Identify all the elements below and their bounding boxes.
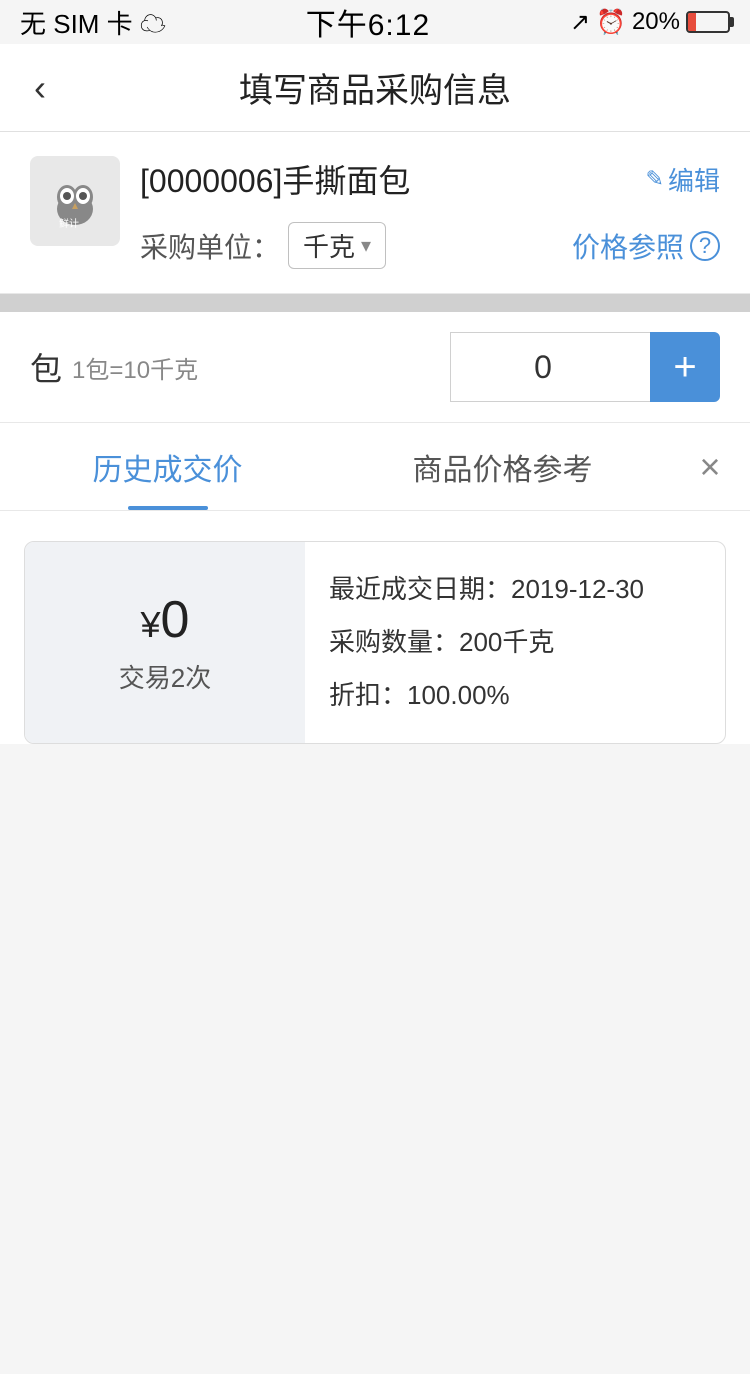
tab-history-price[interactable]: 历史成交价	[0, 423, 335, 510]
back-arrow-icon: ‹	[34, 67, 46, 109]
unit-row: 采购单位： 千克 ▾ 价格参照 ?	[140, 222, 720, 269]
purchase-qty-value: 200千克	[459, 627, 554, 657]
history-card-left: ¥0 交易2次	[25, 542, 305, 743]
history-discount: 折扣：100.00%	[329, 676, 701, 715]
quantity-unit-sub: 1包=10千克	[72, 350, 198, 385]
nav-bar: ‹ 填写商品采购信息	[0, 44, 750, 132]
history-price: ¥0	[141, 590, 190, 650]
purchase-qty-label: 采购数量：	[329, 627, 459, 657]
product-section: 鲜计 [0000006]手撕面包 ✎ 编辑 采购单位： 千克 ▾	[0, 132, 750, 294]
price-ref-info-icon: ?	[690, 231, 720, 261]
alarm-icon: ⏰	[596, 8, 626, 37]
back-button[interactable]: ‹	[0, 67, 80, 109]
quantity-plus-button[interactable]: +	[650, 332, 720, 402]
tabs-section: 历史成交价 商品价格参考 × ¥0 交易2次 最近成交日期：2019-12-30…	[0, 423, 750, 744]
main-content	[0, 774, 750, 1374]
tab-product-price-ref-label: 商品价格参考	[413, 445, 593, 489]
chevron-down-icon: ▾	[361, 233, 371, 258]
history-card: ¥0 交易2次 最近成交日期：2019-12-30 采购数量：200千克 折扣：…	[24, 541, 726, 744]
history-trade-count: 交易2次	[119, 658, 211, 695]
history-card-right: 最近成交日期：2019-12-30 采购数量：200千克 折扣：100.00%	[305, 542, 725, 743]
quantity-row: 包 1包=10千克 +	[0, 312, 750, 423]
price-ref-button[interactable]: 价格参照 ?	[572, 226, 720, 266]
unit-label: 采购单位：	[140, 226, 280, 266]
price-value: 0	[161, 591, 190, 649]
edit-label: 编辑	[668, 161, 720, 198]
quantity-input[interactable]	[450, 332, 650, 402]
close-button[interactable]: ×	[670, 423, 750, 510]
history-purchase-qty: 采购数量：200千克	[329, 623, 701, 662]
battery-icon	[686, 11, 730, 33]
status-time: 下午6:12	[306, 0, 430, 44]
quantity-input-wrap: +	[450, 332, 720, 402]
product-thumbnail: 鲜计	[30, 156, 120, 246]
tab-history-price-label: 历史成交价	[93, 445, 243, 489]
recent-date-value: 2019-12-30	[511, 574, 644, 604]
currency-symbol: ¥	[141, 604, 161, 645]
discount-value: 100.00%	[407, 680, 510, 710]
product-info: [0000006]手撕面包 ✎ 编辑 采购单位： 千克 ▾ 价格参照 ?	[140, 156, 720, 269]
unit-value: 千克	[303, 227, 355, 264]
status-bar: 无 SIM 卡 ☁ 下午6:12 ↗ ⏰ 20%	[0, 0, 750, 44]
navigation-icon: ↗	[570, 8, 590, 37]
status-right: ↗ ⏰ 20%	[570, 8, 730, 37]
sim-label: 无 SIM 卡 ☁	[20, 4, 166, 41]
history-recent-date: 最近成交日期：2019-12-30	[329, 570, 701, 609]
close-icon: ×	[699, 446, 720, 488]
tab-product-price-ref[interactable]: 商品价格参考	[335, 423, 670, 510]
product-name: [0000006]手撕面包	[140, 156, 410, 202]
battery-percent: 20%	[632, 8, 680, 36]
owl-logo-icon: 鲜计	[45, 171, 105, 231]
svg-text:鲜计: 鲜计	[59, 217, 79, 230]
separator	[0, 294, 750, 312]
product-row: 鲜计 [0000006]手撕面包 ✎ 编辑 采购单位： 千克 ▾	[30, 156, 720, 269]
recent-date-label: 最近成交日期：	[329, 574, 511, 604]
edit-icon: ✎	[646, 166, 664, 192]
product-header: [0000006]手撕面包 ✎ 编辑	[140, 156, 720, 202]
tabs-header: 历史成交价 商品价格参考 ×	[0, 423, 750, 511]
plus-icon: +	[673, 345, 696, 390]
unit-select[interactable]: 千克 ▾	[288, 222, 386, 269]
quantity-unit: 包	[30, 344, 62, 390]
price-ref-label: 价格参照	[572, 226, 684, 266]
page-title: 填写商品采购信息	[239, 63, 511, 112]
discount-label: 折扣：	[329, 680, 407, 710]
edit-button[interactable]: ✎ 编辑	[646, 161, 720, 198]
status-left: 无 SIM 卡 ☁	[20, 4, 166, 41]
quantity-label-wrap: 包 1包=10千克	[30, 344, 198, 390]
